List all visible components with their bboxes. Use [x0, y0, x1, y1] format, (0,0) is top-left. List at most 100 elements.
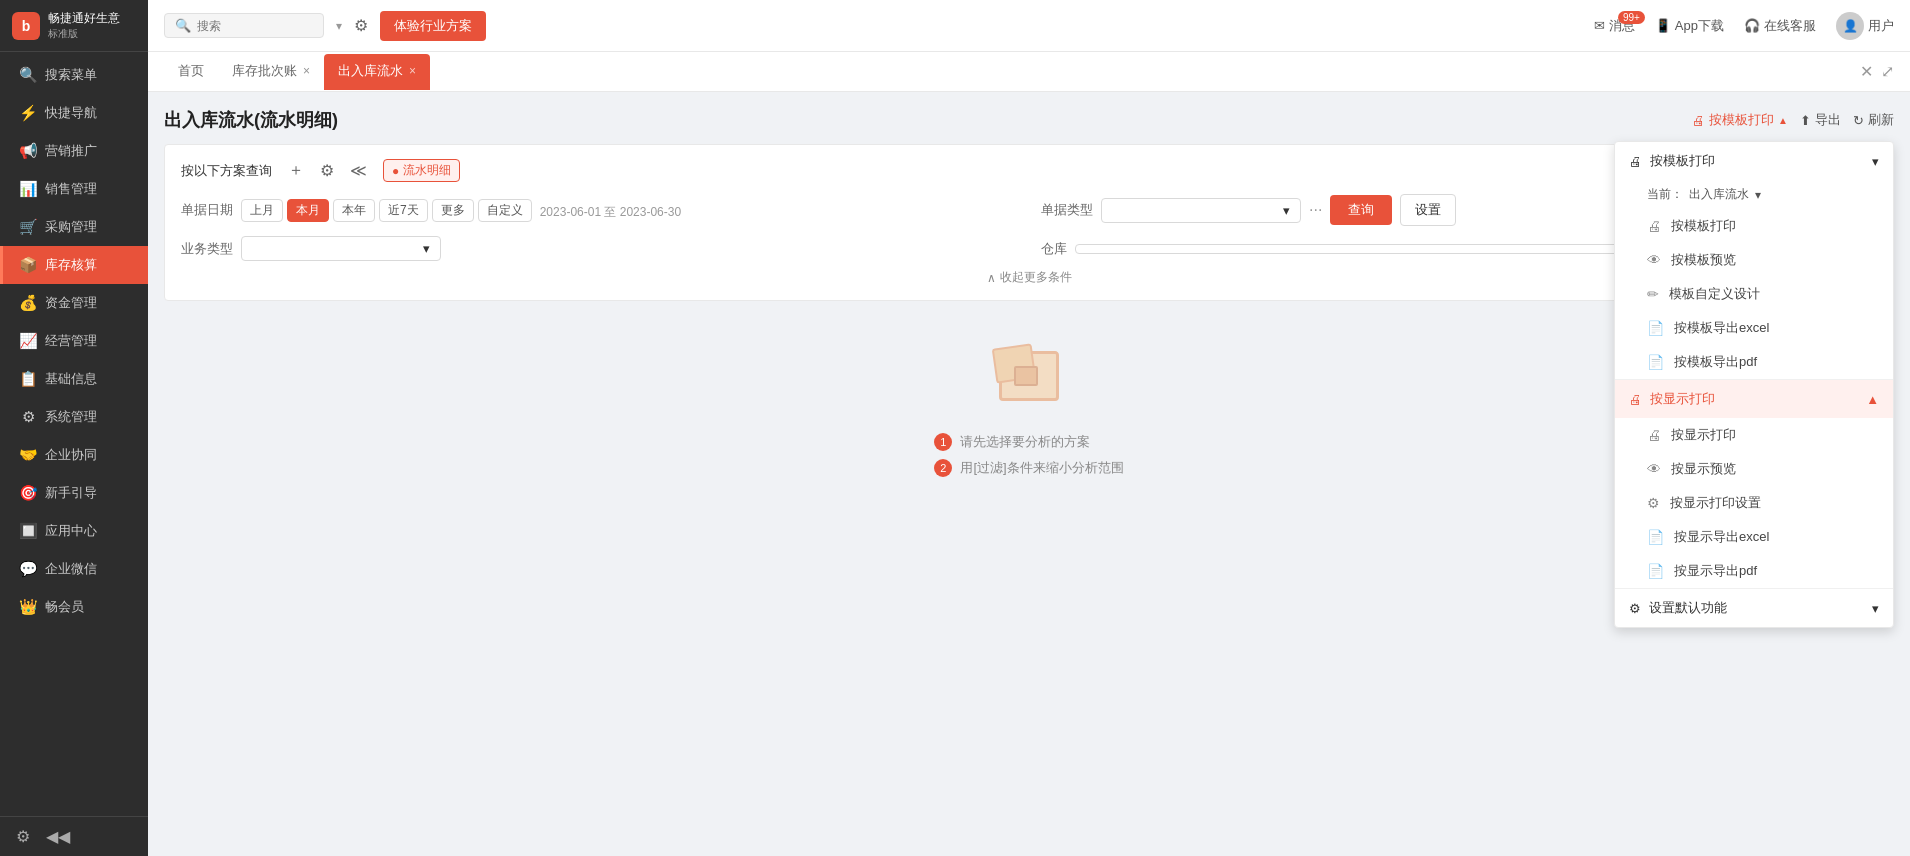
user-avatar[interactable]: 👤 用户: [1836, 12, 1894, 40]
sidebar-item-inventory[interactable]: 📦库存核算: [0, 246, 148, 284]
current-chevron: ▾: [1755, 188, 1761, 202]
nav-label-guide: 新手引导: [45, 484, 97, 502]
sidebar-item-system[interactable]: ⚙系统管理: [0, 398, 148, 436]
template-design-item[interactable]: ✏ 模板自定义设计: [1615, 277, 1893, 311]
query-btn[interactable]: 查询: [1330, 195, 1392, 225]
app-download-btn[interactable]: 📱 App下载: [1655, 17, 1724, 35]
default-chevron: ▾: [1872, 601, 1879, 616]
sidebar-item-operations[interactable]: 📈经营管理: [0, 322, 148, 360]
tabs-expand-icon[interactable]: ⤢: [1881, 62, 1894, 81]
template-section-chevron: ▾: [1872, 154, 1879, 169]
warehouse-label: 仓库: [1041, 240, 1067, 258]
template-print-item[interactable]: 🖨 按模板打印: [1615, 209, 1893, 243]
dropdown-current-label: 当前： 出入库流水 ▾: [1615, 180, 1893, 209]
empty-step-1: 1 请先选择要分析的方案: [934, 433, 1123, 451]
sidebar-logo: b 畅捷通好生意 标准版: [0, 0, 148, 52]
tabs-close-icon[interactable]: ✕: [1860, 62, 1873, 81]
sidebar-item-basics[interactable]: 📋基础信息: [0, 360, 148, 398]
display-excel-item[interactable]: 📄 按显示导出excel: [1615, 520, 1893, 554]
print-icon: 🖨: [1692, 113, 1705, 128]
tab-home[interactable]: 首页: [164, 54, 218, 90]
sidebar-item-quicknav[interactable]: ⚡ 快捷导航: [0, 94, 148, 132]
date-btn-this-year[interactable]: 本年: [333, 199, 375, 222]
date-label: 单据日期: [181, 201, 233, 219]
date-range-display: 2023-06-01 至 2023-06-30: [540, 204, 681, 221]
topbar: 🔍 ▾ ⚙ 体验行业方案 ✉ 消息 99+ 📱 App下载 🎧 在线客服 👤 用…: [148, 0, 1910, 52]
sidebar-item-purchase[interactable]: 🛒采购管理: [0, 208, 148, 246]
biz-type-chevron: ▾: [423, 241, 430, 256]
tab-close-inventory[interactable]: ×: [303, 64, 310, 78]
tab-close-flow[interactable]: ×: [409, 64, 416, 78]
date-btn-7days[interactable]: 近7天: [379, 199, 428, 222]
nav-label-collab: 企业协同: [45, 446, 97, 464]
filter-add-btn[interactable]: ＋: [288, 160, 304, 181]
export-icon: ⬆: [1800, 113, 1811, 128]
sidebar-item-guide[interactable]: 🎯新手引导: [0, 474, 148, 512]
topbar-right: ✉ 消息 99+ 📱 App下载 🎧 在线客服 👤 用户: [1594, 12, 1894, 40]
template-preview-icon: 👁: [1647, 252, 1661, 268]
template-excel-item[interactable]: 📄 按模板导出excel: [1615, 311, 1893, 345]
doc-type-more-btn[interactable]: ···: [1309, 201, 1322, 219]
filter-collapse-left-btn[interactable]: ≪: [350, 161, 367, 180]
sidebar-item-marketing[interactable]: 📢营销推广: [0, 132, 148, 170]
collapse-footer-icon[interactable]: ◀◀: [46, 827, 70, 846]
message-btn[interactable]: ✉ 消息 99+: [1594, 17, 1635, 35]
empty-step-2: 2 用[过滤]条件来缩小分析范围: [934, 459, 1123, 477]
refresh-btn[interactable]: ↻ 刷新: [1853, 111, 1894, 129]
template-pdf-item[interactable]: 📄 按模板导出pdf: [1615, 345, 1893, 379]
search-input[interactable]: [197, 19, 313, 33]
display-print-header-icon: 🖨: [1629, 392, 1642, 407]
filter-setting-btn[interactable]: ⚙: [320, 161, 334, 180]
date-btn-last-month[interactable]: 上月: [241, 199, 283, 222]
sidebar-item-member[interactable]: 👑畅会员: [0, 588, 148, 626]
nav-icon-appcenter: 🔲: [19, 522, 37, 540]
page-title: 出入库流水(流水明细): [164, 108, 338, 132]
trial-btn[interactable]: 体验行业方案: [380, 11, 486, 41]
nav-icon-system: ⚙: [19, 408, 37, 426]
nav-label-purchase: 采购管理: [45, 218, 97, 236]
date-btn-custom[interactable]: 自定义: [478, 199, 532, 222]
avatar: 👤: [1836, 12, 1864, 40]
export-btn[interactable]: ⬆ 导出: [1800, 111, 1841, 129]
dropdown-display-header[interactable]: 🖨 按显示打印 ▲: [1615, 380, 1893, 418]
settings-btn[interactable]: 设置: [1400, 194, 1456, 226]
display-settings-item[interactable]: ⚙ 按显示打印设置: [1615, 486, 1893, 520]
dropdown-template-header[interactable]: 🖨 按模板打印 ▾: [1615, 142, 1893, 180]
display-preview-item[interactable]: 👁 按显示预览: [1615, 452, 1893, 486]
customer-service-btn[interactable]: 🎧 在线客服: [1744, 17, 1816, 35]
nav-label-basics: 基础信息: [45, 370, 97, 388]
tab-stock-flow[interactable]: 出入库流水 ×: [324, 54, 430, 90]
tab-inventory-batch[interactable]: 库存批次账 ×: [218, 54, 324, 90]
filter-tag-flow[interactable]: ● 流水明细: [383, 159, 460, 182]
search-chevron-icon[interactable]: ▾: [336, 19, 342, 33]
sidebar-item-sales[interactable]: 📊销售管理: [0, 170, 148, 208]
topbar-gear-icon[interactable]: ⚙: [354, 16, 368, 35]
settings-footer-icon[interactable]: ⚙: [16, 827, 30, 846]
default-header-icon: ⚙: [1629, 601, 1641, 616]
date-btn-this-month[interactable]: 本月: [287, 199, 329, 222]
page-actions: 🖨 按模板打印 ▲ ⬆ 导出 ↻ 刷新: [1692, 111, 1894, 129]
nav-label-quicknav: 快捷导航: [45, 104, 97, 122]
sidebar-item-finance[interactable]: 💰资金管理: [0, 284, 148, 322]
sidebar-item-search[interactable]: 🔍搜索菜单: [0, 56, 148, 94]
template-preview-item[interactable]: 👁 按模板预览: [1615, 243, 1893, 277]
sidebar-footer: ⚙ ◀◀: [0, 816, 148, 856]
sidebar-item-wechat[interactable]: 💬企业微信: [0, 550, 148, 588]
display-print-item[interactable]: 🖨 按显示打印: [1615, 418, 1893, 452]
display-pdf-item[interactable]: 📄 按显示导出pdf: [1615, 554, 1893, 588]
search-icon: 🔍: [175, 18, 191, 33]
dropdown-default-header[interactable]: ⚙ 设置默认功能 ▾: [1615, 589, 1893, 627]
date-btn-more[interactable]: 更多: [432, 199, 474, 222]
biz-type-select[interactable]: ▾: [241, 236, 441, 261]
doc-type-label: 单据类型: [1041, 201, 1093, 219]
template-print-btn[interactable]: 🖨 按模板打印 ▲: [1692, 111, 1788, 129]
nav-icon-search: 🔍: [19, 66, 37, 84]
sidebar-item-appcenter[interactable]: 🔲应用中心: [0, 512, 148, 550]
message-icon: ✉: [1594, 18, 1605, 33]
nav-icon-quicknav: ⚡: [19, 104, 37, 122]
tabs-right-controls: ✕ ⤢: [1860, 62, 1894, 81]
topbar-search-box[interactable]: 🔍: [164, 13, 324, 38]
sidebar-item-collab[interactable]: 🤝企业协同: [0, 436, 148, 474]
doc-type-select[interactable]: ▾: [1101, 198, 1301, 223]
sidebar: b 畅捷通好生意 标准版 🔍搜索菜单 ⚡ 快捷导航 📢营销推广📊销售管理🛒采购管理📦库…: [0, 0, 148, 856]
